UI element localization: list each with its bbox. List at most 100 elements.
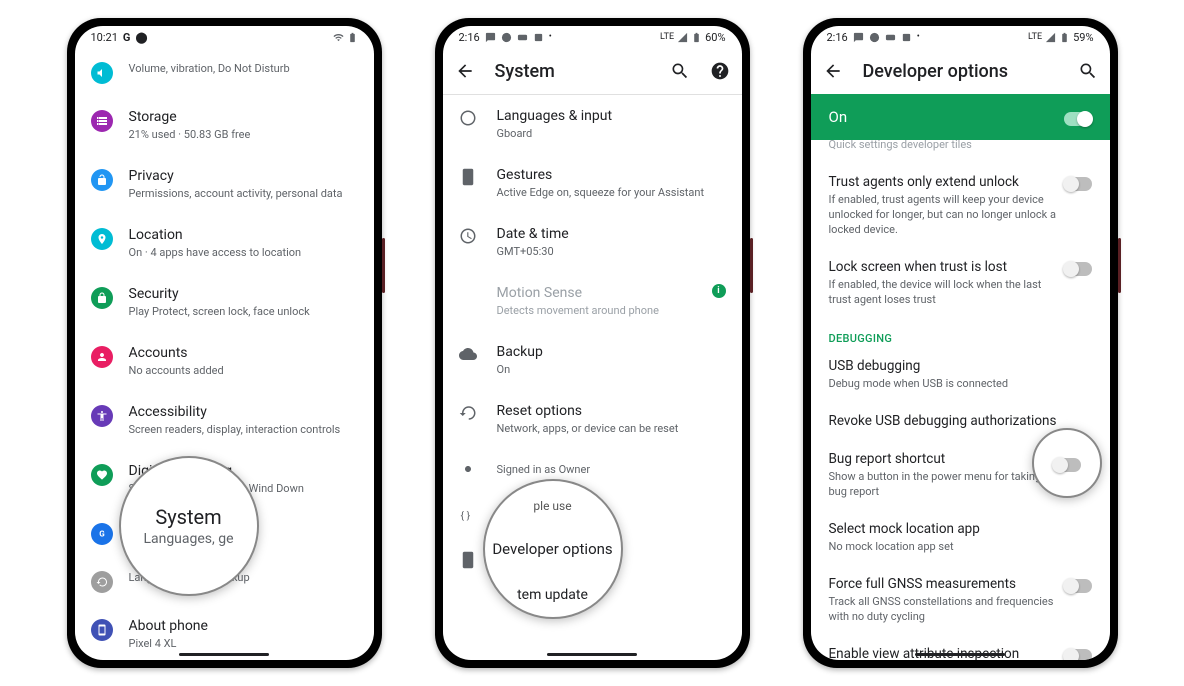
master-toggle-label: On: [829, 108, 848, 126]
mag-top: ple use: [533, 499, 571, 513]
dev-row-0[interactable]: Trust agents only extend unlockIf enable…: [811, 163, 1110, 248]
row-icon: [459, 284, 497, 304]
google-icon: G: [91, 523, 113, 545]
system-list[interactable]: Languages & inputGboard GesturesActive E…: [443, 95, 742, 660]
row-icon: [459, 107, 497, 127]
master-toggle-bar[interactable]: On: [811, 94, 1110, 140]
system-row-6[interactable]: Signed in as Owner: [443, 449, 742, 493]
magnifier-system: System Languages, ge: [119, 456, 259, 596]
status-bar: 2:16 • LTE 59%: [811, 26, 1110, 48]
dev-row-dbg-4[interactable]: Force full GNSS measurements Track all GN…: [811, 565, 1110, 635]
dev-row-dbg-0[interactable]: USB debugging Debug mode when USB is conn…: [811, 347, 1110, 402]
settings-row-a11y[interactable]: AccessibilityScreen readers, display, in…: [75, 391, 374, 450]
search-icon[interactable]: [1078, 61, 1098, 81]
system-row-3[interactable]: Motion SenseDetects movement around phon…: [443, 272, 742, 331]
row-title: Motion Sense: [497, 284, 712, 302]
back-icon[interactable]: [455, 61, 475, 81]
mag-bot: tem update: [517, 587, 588, 603]
row-title: Accessibility: [129, 403, 358, 421]
battery-pct: 60%: [705, 31, 725, 44]
settings-row-privacy[interactable]: Privacy Permissions, account activity, pe…: [75, 155, 374, 214]
page-title: System: [495, 61, 650, 82]
app-bar: System: [443, 48, 742, 94]
dev-row-1[interactable]: Lock screen when trust is lostIf enabled…: [811, 248, 1110, 318]
system-row-2[interactable]: Date & time GMT+05:30: [443, 213, 742, 272]
row-title: Trust agents only extend unlock: [829, 173, 1064, 191]
system-row-1[interactable]: GesturesActive Edge on, squeeze for your…: [443, 154, 742, 213]
row-icon: [459, 166, 497, 186]
row-title: Gestures: [497, 166, 726, 184]
signal-icon: [677, 32, 688, 43]
network-label: LTE: [660, 32, 674, 42]
whatsapp-icon: [501, 32, 512, 43]
row-icon: [459, 461, 497, 481]
row-title: Force full GNSS measurements: [829, 575, 1064, 593]
settings-row-storage[interactable]: Storage21% used · 50.83 GB free: [75, 96, 374, 155]
row-subtitle: Track all GNSS constellations and freque…: [829, 595, 1064, 625]
wellbeing-icon: [91, 464, 113, 486]
screen-2: 2:16 • LTE 60% System Languages & inputG…: [443, 26, 742, 660]
battery-icon: [1059, 32, 1070, 43]
row-title: Date & time: [497, 225, 726, 243]
signal-icon: [1045, 32, 1056, 43]
settings-row-security[interactable]: SecurityPlay Protect, screen lock, face …: [75, 273, 374, 332]
svg-text:{ }: { }: [460, 509, 470, 522]
store-icon: [901, 32, 912, 43]
status-time: 10:21: [91, 31, 118, 44]
row-title: Privacy: [129, 167, 358, 185]
row-title: Reset options: [497, 402, 726, 420]
row-icon: [459, 225, 497, 245]
master-toggle[interactable]: [1064, 112, 1092, 126]
row-subtitle: Play Protect, screen lock, face unlock: [129, 305, 358, 320]
dev-row-dbg-5[interactable]: Enable view attribute inspection: [811, 635, 1110, 660]
home-indicator[interactable]: [179, 653, 269, 656]
settings-row-about[interactable]: About phonePixel 4 XL: [75, 605, 374, 660]
row-subtitle: 21% used · 50.83 GB free: [129, 128, 358, 143]
settings-row-sound[interactable]: Volume, vibration, Do Not Disturb: [75, 48, 374, 96]
screen-1: 10:21 G ⬤ Volume, vibration, Do Not Dist…: [75, 26, 374, 660]
usb-debugging-toggle[interactable]: [1053, 458, 1081, 472]
settings-row-location[interactable]: LocationOn · 4 apps have access to locat…: [75, 214, 374, 273]
home-indicator[interactable]: [547, 653, 637, 656]
svg-text:G: G: [99, 530, 105, 539]
row-subtitle: Permissions, account activity, personal …: [129, 187, 358, 202]
row-subtitle: GMT+05:30: [497, 245, 726, 260]
developer-list[interactable]: Quick settings developer tiles Trust age…: [811, 140, 1110, 660]
dev-row-dbg-3[interactable]: Select mock location appNo mock location…: [811, 510, 1110, 565]
system-row-0[interactable]: Languages & inputGboard: [443, 95, 742, 154]
mag-title: System: [155, 505, 221, 529]
row-subtitle: Gboard: [497, 127, 726, 142]
google-indicator-icon: G: [123, 31, 131, 44]
system-row-4[interactable]: BackupOn: [443, 331, 742, 390]
search-icon[interactable]: [670, 61, 690, 81]
row-subtitle: No mock location app set: [829, 540, 1092, 555]
system-row-5[interactable]: Reset optionsNetwork, apps, or device ca…: [443, 390, 742, 449]
row-subtitle: On: [497, 363, 726, 378]
location-icon: [91, 228, 113, 250]
youtube-icon: [517, 32, 528, 43]
row-subtitle: Show a button in the power menu for taki…: [829, 470, 1064, 500]
info-icon[interactable]: i: [712, 284, 726, 298]
toggle[interactable]: [1064, 649, 1092, 660]
row-subtitle: Debug mode when USB is connected: [829, 377, 1092, 392]
toggle[interactable]: [1064, 177, 1092, 191]
row-title: Revoke USB debugging authorizations: [829, 412, 1092, 430]
page-title: Developer options: [863, 61, 1058, 82]
network-label: LTE: [1028, 32, 1042, 42]
toggle[interactable]: [1064, 579, 1092, 593]
magnifier-usb-toggle: [1032, 428, 1102, 498]
system-icon: [91, 571, 113, 593]
settings-list[interactable]: Volume, vibration, Do Not Disturb Storag…: [75, 48, 374, 660]
sound-icon: [91, 62, 113, 84]
back-icon[interactable]: [823, 61, 843, 81]
store-icon: [533, 32, 544, 43]
messages-icon: [485, 32, 496, 43]
toggle[interactable]: [1064, 262, 1092, 276]
accounts-icon: [91, 346, 113, 368]
mag-sub: Languages, ge: [143, 531, 233, 547]
home-indicator[interactable]: [915, 653, 1005, 656]
row-title: USB debugging: [829, 357, 1092, 375]
settings-row-accounts[interactable]: AccountsNo accounts added: [75, 332, 374, 391]
help-icon[interactable]: [710, 61, 730, 81]
phone-frame-3: 2:16 • LTE 59% Developer options On Quic…: [803, 18, 1118, 668]
